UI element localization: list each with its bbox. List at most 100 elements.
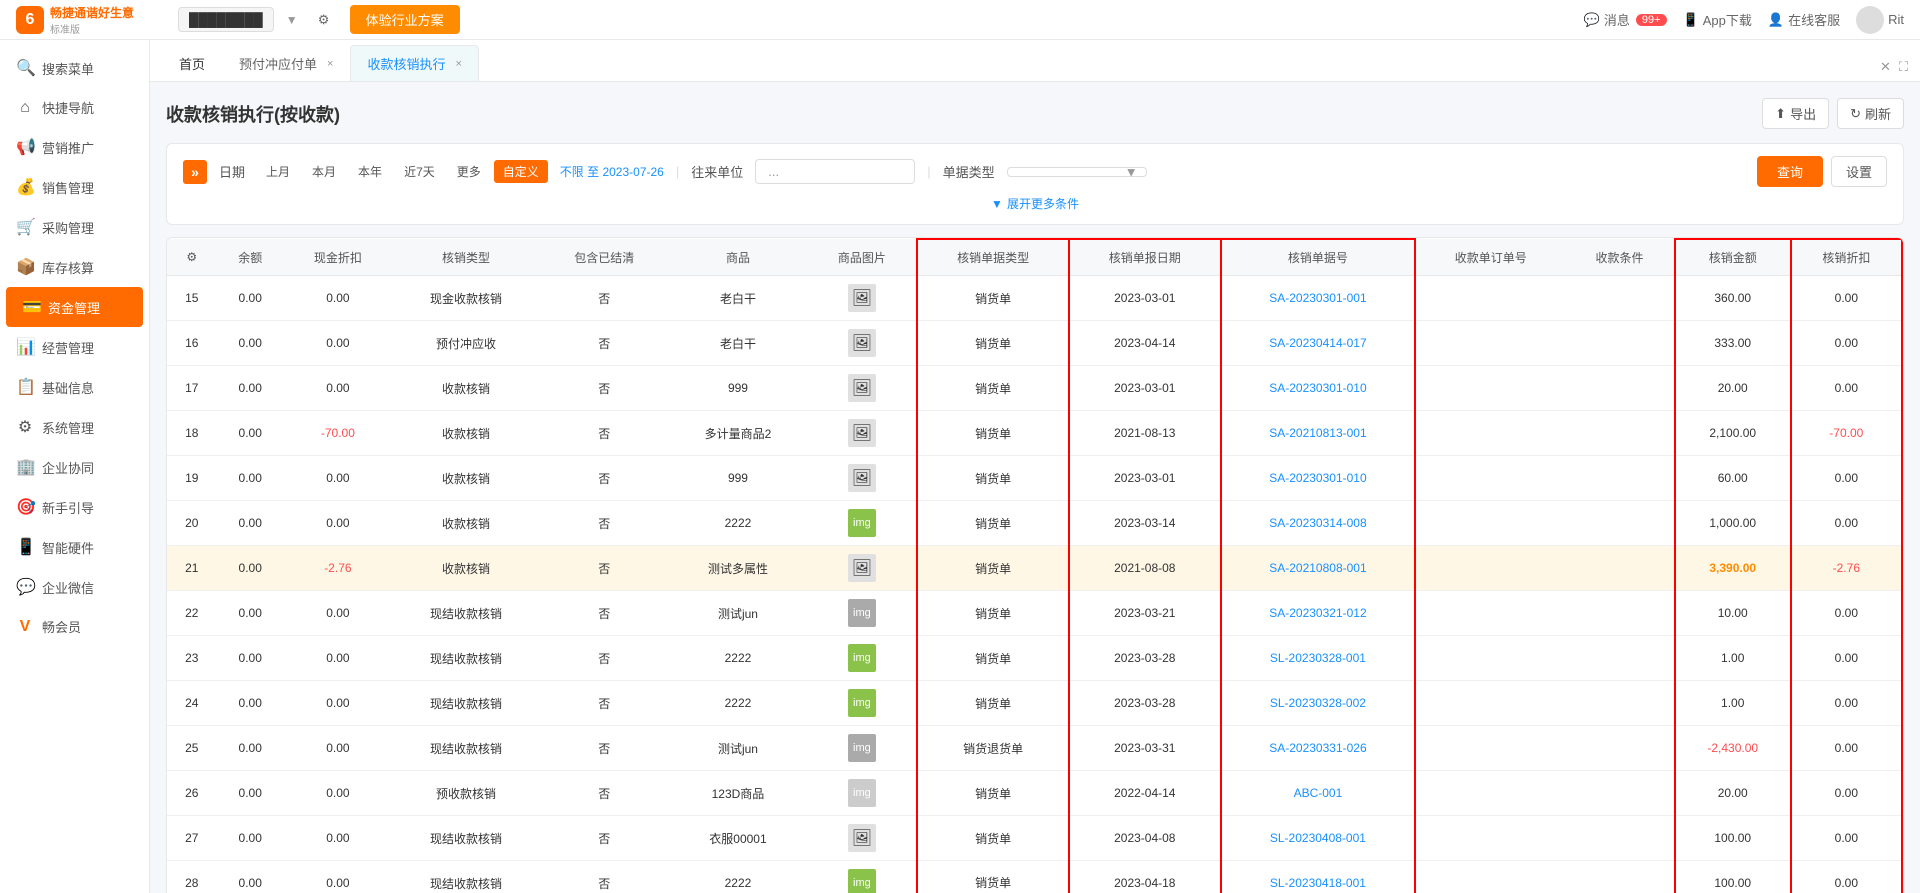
refresh-button[interactable]: ↻ 刷新 [1837, 98, 1904, 129]
sidebar-item-purchase[interactable]: 🛒 采购管理 [0, 207, 149, 247]
writeoff-no-link[interactable]: SA-20230314-008 [1269, 516, 1366, 530]
setting-button[interactable]: 设置 [1831, 156, 1887, 187]
tab-collection-close[interactable]: × [455, 58, 461, 70]
writeoff-no-link[interactable]: SA-20230301-010 [1269, 471, 1366, 485]
writeoff-no-link[interactable]: SA-20230301-001 [1269, 291, 1366, 305]
date-range-display[interactable]: 不限 至 2023-07-26 [560, 163, 664, 180]
voucher-type-label: 单据类型 [943, 162, 995, 181]
date-pill-last-month[interactable]: 上月 [257, 160, 299, 183]
table-row: 27 0.00 0.00 现结收款核销 否 衣服00001 🖼 销货单 2023… [167, 816, 1902, 861]
sidebar: 🔍 搜索菜单 ⌂ 快捷导航 📢 营销推广 💰 销售管理 🛒 采购管理 📦 库存核… [0, 40, 150, 893]
writeoff-no-link[interactable]: SA-20230301-010 [1269, 381, 1366, 395]
sidebar-item-marketing[interactable]: 📢 营销推广 [0, 127, 149, 167]
cell-goods: 老白干 [668, 276, 807, 321]
tab-bar: 首页 预付冲应付单 × 收款核销执行 × ✕ ⛶ [150, 40, 1920, 82]
sidebar-item-search[interactable]: 🔍 搜索菜单 [0, 48, 149, 88]
cell-writeoff-amount: 360.00 [1675, 276, 1791, 321]
sidebar-label-base-info: 基础信息 [42, 378, 94, 397]
sidebar-item-smart[interactable]: 📱 智能硬件 [0, 527, 149, 567]
cell-writeoff-type: 现金收款核销 [392, 276, 540, 321]
settings-icon-btn[interactable]: ⚙ [310, 6, 338, 34]
table-row: 22 0.00 0.00 现结收款核销 否 测试jun img 销货单 2023… [167, 591, 1902, 636]
sidebar-item-wechat[interactable]: 💬 企业微信 [0, 567, 149, 607]
tab-collection[interactable]: 收款核销执行 × [350, 45, 478, 81]
sidebar-label-corp: 企业协同 [42, 458, 94, 477]
refresh-icon: ↻ [1850, 106, 1861, 122]
query-button[interactable]: 查询 [1757, 156, 1823, 187]
sidebar-item-operations[interactable]: 📊 经营管理 [0, 327, 149, 367]
sidebar-label-member: 畅会员 [42, 617, 81, 636]
col-writeoff-discount: 核销折扣 [1791, 239, 1902, 276]
online-service-item[interactable]: 👤 在线客服 [1768, 10, 1840, 29]
expand-icon: ▼ [991, 197, 1003, 211]
date-pill-custom[interactable]: 自定义 [494, 160, 548, 183]
sidebar-item-sales[interactable]: 💰 销售管理 [0, 167, 149, 207]
collapse-filter-button[interactable]: » [183, 160, 207, 184]
col-settings[interactable]: ⚙ [167, 239, 216, 276]
user-item[interactable]: Rit [1856, 6, 1904, 34]
filter-bar: » 日期 上月 本月 本年 近7天 更多 自定义 不限 至 2023-07-26 [166, 143, 1904, 225]
writeoff-no-link[interactable]: SL-20230328-001 [1270, 651, 1366, 665]
date-pill-this-month[interactable]: 本月 [303, 160, 345, 183]
company-name-display[interactable]: ████████ [178, 7, 274, 32]
messages-item[interactable]: 💬 消息 99+ [1584, 10, 1667, 29]
top-bar-middle: ████████ ▼ ⚙ 体验行业方案 [178, 5, 1572, 34]
app-download-item[interactable]: 📱 App下载 [1683, 10, 1752, 29]
writeoff-no-link[interactable]: SA-20210808-001 [1269, 561, 1366, 575]
partner-input[interactable]: ... [755, 159, 915, 184]
table-row: 21 0.00 -2.76 收款核销 否 测试多属性 🖼 销货单 2021-08… [167, 546, 1902, 591]
sidebar-item-system[interactable]: ⚙ 系统管理 [0, 407, 149, 447]
sidebar-label-wechat: 企业微信 [42, 578, 94, 597]
tab-close-all-icon[interactable]: ✕ [1880, 59, 1891, 75]
page-actions: ⬆ 导出 ↻ 刷新 [1762, 98, 1904, 129]
tab-prepay-close[interactable]: × [327, 58, 333, 70]
col-writeoff-type: 核销类型 [392, 239, 540, 276]
sidebar-item-base-info[interactable]: 📋 基础信息 [0, 367, 149, 407]
col-writeoff-date: 核销单报日期 [1069, 239, 1221, 276]
user-name: Rit [1888, 12, 1904, 27]
table-row: 15 0.00 0.00 现金收款核销 否 老白干 🖼 销货单 2023-03-… [167, 276, 1902, 321]
date-pill-7days[interactable]: 近7天 [395, 160, 444, 183]
tab-expand-icon[interactable]: ⛶ [1899, 59, 1908, 75]
table-row: 23 0.00 0.00 现结收款核销 否 2222 img 销货单 2023-… [167, 636, 1902, 681]
sidebar-item-newbie[interactable]: 🎯 新手引导 [0, 487, 149, 527]
company-dropdown-icon[interactable]: ▼ [286, 13, 298, 27]
export-icon: ⬆ [1775, 106, 1786, 122]
export-button[interactable]: ⬆ 导出 [1762, 98, 1829, 129]
corp-icon: 🏢 [16, 457, 34, 477]
writeoff-no-link[interactable]: SL-20230418-001 [1270, 876, 1366, 890]
tab-prepay[interactable]: 预付冲应付单 × [222, 45, 350, 81]
funds-icon: 💳 [22, 297, 40, 317]
table-row: 24 0.00 0.00 现结收款核销 否 2222 img 销货单 2023-… [167, 681, 1902, 726]
writeoff-no-link[interactable]: SA-20210813-001 [1269, 426, 1366, 440]
writeoff-no-link[interactable]: SA-20230414-017 [1269, 336, 1366, 350]
sidebar-item-inventory[interactable]: 📦 库存核算 [0, 247, 149, 287]
col-balance: 余额 [216, 239, 283, 276]
cell-collection-order-no [1415, 276, 1565, 321]
member-icon: V [16, 618, 34, 636]
sidebar-label-search: 搜索菜单 [42, 59, 94, 78]
voucher-type-select[interactable]: ▼ [1007, 167, 1147, 177]
table-header: ⚙ 余额 现金折扣 核销类型 包含已结清 商品 商品图片 核销单据类型 核销单报… [167, 239, 1902, 276]
writeoff-no-link[interactable]: SA-20230331-026 [1269, 741, 1366, 755]
sidebar-label-funds: 资金管理 [48, 298, 100, 317]
base-info-icon: 📋 [16, 377, 34, 397]
writeoff-no-link[interactable]: ABC-001 [1294, 786, 1343, 800]
writeoff-no-link[interactable]: SL-20230408-001 [1270, 831, 1366, 845]
table-container: ⚙ 余额 现金折扣 核销类型 包含已结清 商品 商品图片 核销单据类型 核销单报… [167, 238, 1903, 893]
sidebar-item-member[interactable]: V 畅会员 [0, 607, 149, 646]
sidebar-item-corp[interactable]: 🏢 企业协同 [0, 447, 149, 487]
writeoff-no-link[interactable]: SA-20230321-012 [1269, 606, 1366, 620]
trial-button[interactable]: 体验行业方案 [350, 5, 460, 34]
writeoff-no-link[interactable]: SL-20230328-002 [1270, 696, 1366, 710]
expand-conditions-button[interactable]: ▼ 展开更多条件 [183, 195, 1887, 212]
page: 收款核销执行(按收款) ⬆ 导出 ↻ 刷新 [150, 82, 1920, 893]
data-table: ⚙ 余额 现金折扣 核销类型 包含已结清 商品 商品图片 核销单据类型 核销单报… [167, 238, 1903, 893]
date-pill-this-year[interactable]: 本年 [349, 160, 391, 183]
sidebar-item-quick-nav[interactable]: ⌂ 快捷导航 [0, 88, 149, 127]
service-icon: 👤 [1768, 12, 1784, 28]
tab-home[interactable]: 首页 [162, 45, 222, 81]
table-row: 18 0.00 -70.00 收款核销 否 多计量商品2 🖼 销货单 2021-… [167, 411, 1902, 456]
sidebar-item-funds[interactable]: 💳 资金管理 [6, 287, 143, 327]
date-pill-more[interactable]: 更多 [448, 160, 490, 183]
